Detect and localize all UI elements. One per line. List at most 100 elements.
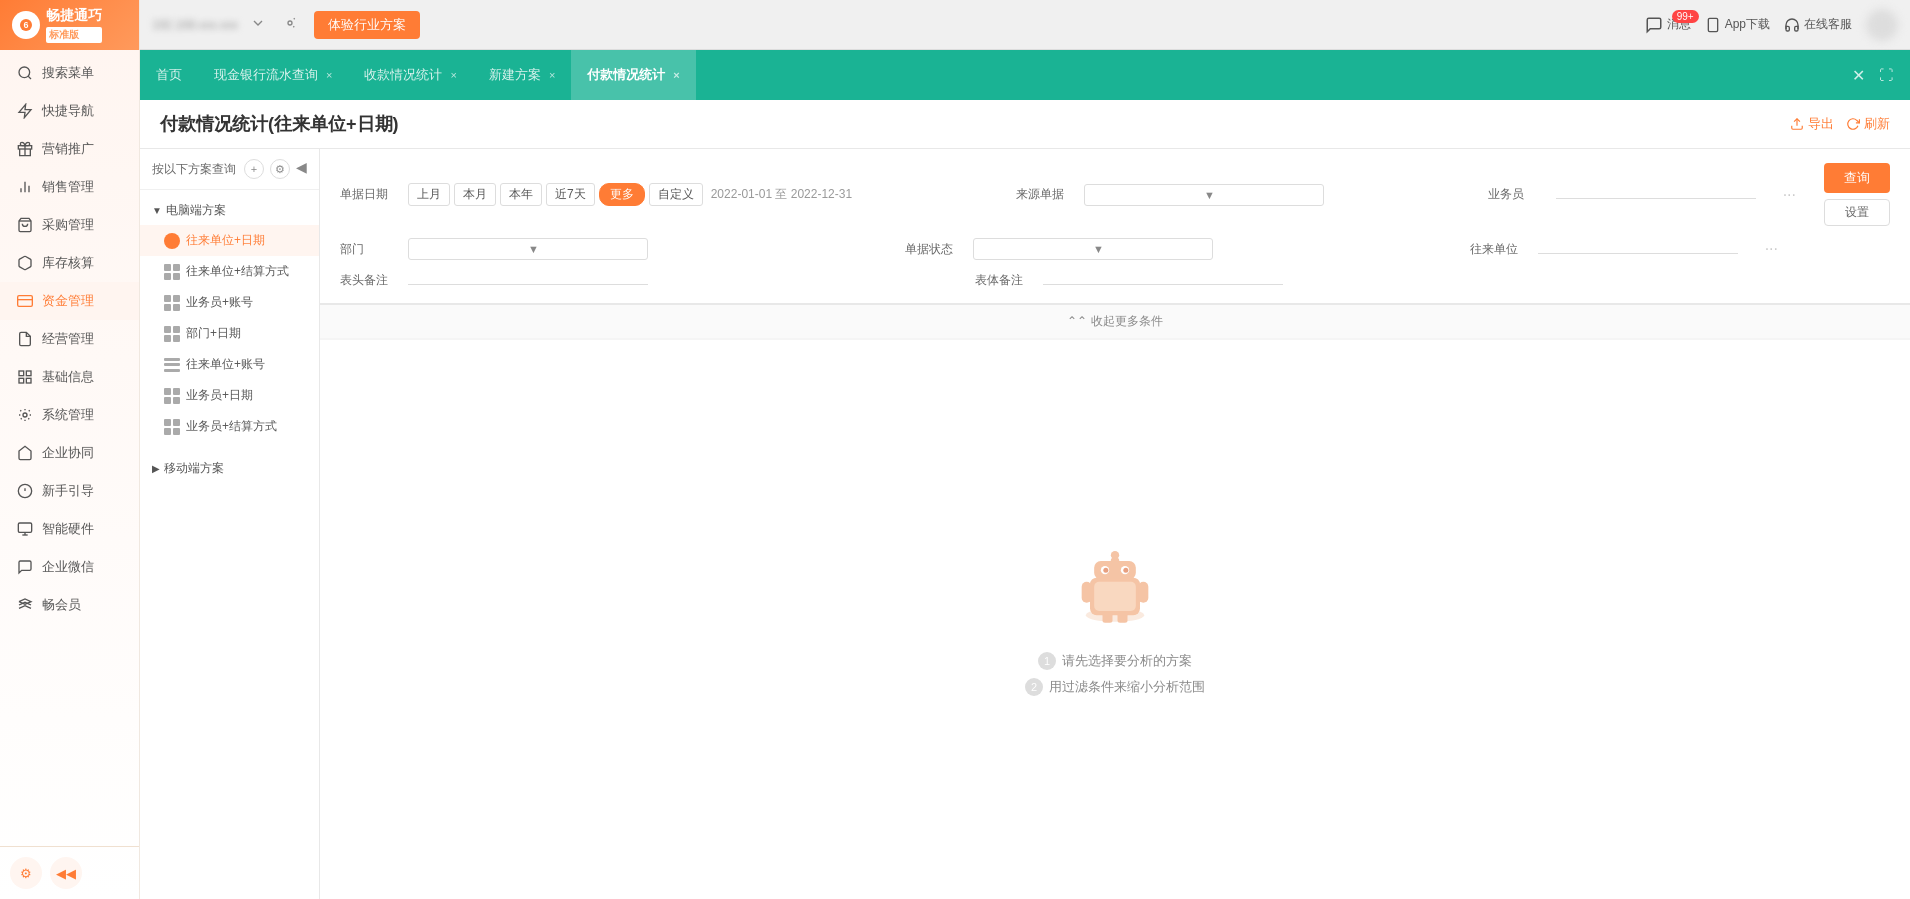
close-window-btn[interactable]: ✕ [1848,65,1868,85]
scheme-item-label-unit-settle: 往来单位+结算方式 [186,263,289,280]
date-btn-prev-month[interactable]: 上月 [408,183,450,206]
user-avatar[interactable] [1866,9,1898,41]
wallet-icon [16,292,34,310]
scheme-item-unit-settle[interactable]: 往来单位+结算方式 [140,256,319,287]
sidebar-item-enterprise[interactable]: 企业协同 [0,434,139,472]
sidebar-item-finance[interactable]: 资金管理 [0,282,139,320]
gift-icon [16,140,34,158]
sidebar-item-sales[interactable]: 销售管理 [0,168,139,206]
scheme-group-mobile-title[interactable]: ▶ 移动端方案 [140,454,319,483]
grid-icon-2 [164,295,180,311]
sidebar-item-search[interactable]: 搜索菜单 [0,54,139,92]
online-service-btn[interactable]: 在线客服 [1784,16,1852,33]
filter-row-remark: 表头备注 表体备注 [340,272,1890,289]
scheme-header: 按以下方案查询 + ⚙ ◀ [140,149,319,190]
tab-receipt-label: 收款情况统计 [364,66,442,84]
sidebar-item-purchase[interactable]: 采购管理 [0,206,139,244]
scheme-settings-btn[interactable]: ⚙ [270,159,290,179]
header-remark-input[interactable] [408,276,648,285]
sidebar-item-quick-nav[interactable]: 快捷导航 [0,92,139,130]
scheme-item-staff-settle[interactable]: 业务员+结算方式 [140,411,319,442]
scheme-item-staff-account[interactable]: 业务员+账号 [140,287,319,318]
sidebar-item-inventory[interactable]: 库存核算 [0,244,139,282]
export-btn[interactable]: 导出 [1790,115,1834,133]
app-download-btn[interactable]: App下载 [1705,16,1770,33]
active-scheme-icon [164,233,180,249]
add-scheme-btn[interactable]: + [244,159,264,179]
tab-receipt-close[interactable]: × [450,69,456,81]
date-btn-this-year[interactable]: 本年 [500,183,542,206]
query-btn[interactable]: 查询 [1824,163,1890,193]
trial-industry-btn[interactable]: 体验行业方案 [314,11,420,39]
body-remark-input[interactable] [1043,276,1283,285]
settings-footer-btn[interactable]: ⚙ [10,857,42,889]
sidebar-label-sales: 销售管理 [42,178,94,196]
partner-input[interactable] [1538,245,1738,254]
scheme-item-label-dept-date: 部门+日期 [186,325,241,342]
scheme-item-staff-date[interactable]: 业务员+日期 [140,380,319,411]
sidebar-item-system[interactable]: 系统管理 [0,396,139,434]
empty-robot-icon [1065,536,1165,636]
sidebar-item-wechat[interactable]: 企业微信 [0,548,139,586]
partner-dots[interactable]: ··· [1754,240,1778,258]
wechat-icon [16,558,34,576]
collapse-panel-btn[interactable]: ◀ [296,159,307,179]
staff-input[interactable] [1556,190,1756,199]
sidebar-item-marketing[interactable]: 营销推广 [0,130,139,168]
desktop-group-arrow: ▼ [152,205,162,216]
sidebar-item-guide[interactable]: 新手引导 [0,472,139,510]
grid-icon-4 [164,388,180,404]
scheme-item-unit-date[interactable]: 往来单位+日期 [140,225,319,256]
maximize-btn[interactable]: ⛶ [1876,65,1896,85]
scheme-group-desktop-title[interactable]: ▼ 电脑端方案 [140,196,319,225]
dept-select[interactable]: ▼ [408,238,648,260]
date-btn-more[interactable]: 更多 [599,183,645,206]
scheme-group-desktop: ▼ 电脑端方案 往来单位+日期 往来单位+结算方式 业务员+账号 [140,190,319,448]
mobile-group-arrow: ▶ [152,463,160,474]
header-settings-btn[interactable] [282,15,298,34]
scheme-item-label-unit-date: 往来单位+日期 [186,232,265,249]
sidebar-item-basic[interactable]: 基础信息 [0,358,139,396]
collapse-more-btn[interactable]: ⌃⌃ 收起更多条件 [320,304,1910,338]
source-dropdown-arrow: ▼ [1204,189,1315,201]
svg-rect-14 [26,378,31,383]
svg-point-2 [19,67,30,78]
tab-payment-stats[interactable]: 付款情况统计 × [571,50,695,100]
tab-new-scheme[interactable]: 新建方案 × [473,50,571,100]
sidebar-item-hardware[interactable]: 智能硬件 [0,510,139,548]
sales-icon [16,178,34,196]
filter-settings-btn[interactable]: 设置 [1824,199,1890,226]
scheme-item-unit-account[interactable]: 往来单位+账号 [140,349,319,380]
doc-status-label: 单据状态 [905,241,957,258]
scheme-item-label-staff-account: 业务员+账号 [186,294,253,311]
tab-payment-close[interactable]: × [673,69,679,81]
sidebar-item-operations[interactable]: 经营管理 [0,320,139,358]
sidebar-label-marketing: 营销推广 [42,140,94,158]
app-download-label: App下载 [1725,16,1770,33]
tab-new-close[interactable]: × [549,69,555,81]
scheme-item-label-staff-date: 业务员+日期 [186,387,253,404]
svg-point-37 [1123,567,1128,572]
doc-status-select[interactable]: ▼ [973,238,1213,260]
hint-text-1: 请先选择要分析的方案 [1062,652,1192,670]
scheme-item-dept-date[interactable]: 部门+日期 [140,318,319,349]
collapse-sidebar-btn[interactable]: ◀◀ [50,857,82,889]
date-label: 单据日期 [340,186,392,203]
messages-btn[interactable]: 99+ 消息 [1645,16,1691,34]
system-icon [16,406,34,424]
source-select[interactable]: ▼ [1084,184,1324,206]
refresh-btn[interactable]: 刷新 [1846,115,1890,133]
tab-bank-label: 现金银行流水查询 [214,66,318,84]
tab-bank-flow[interactable]: 现金银行流水查询 × [198,50,348,100]
tab-home[interactable]: 首页 [140,50,198,100]
header-area: 192.168.xxx.xxx 体验行业方案 99+ 消息 App下载 [140,0,1910,50]
date-btn-this-month[interactable]: 本月 [454,183,496,206]
message-count: 99+ [1672,10,1699,23]
sidebar-item-member[interactable]: 畅会员 [0,586,139,624]
tab-bank-close[interactable]: × [326,69,332,81]
scheme-group-mobile: ▶ 移动端方案 [140,448,319,489]
staff-dots[interactable]: ··· [1772,186,1796,204]
date-btn-7days[interactable]: 近7天 [546,183,595,206]
tab-receipt-stats[interactable]: 收款情况统计 × [348,50,472,100]
date-btn-custom[interactable]: 自定义 [649,183,703,206]
